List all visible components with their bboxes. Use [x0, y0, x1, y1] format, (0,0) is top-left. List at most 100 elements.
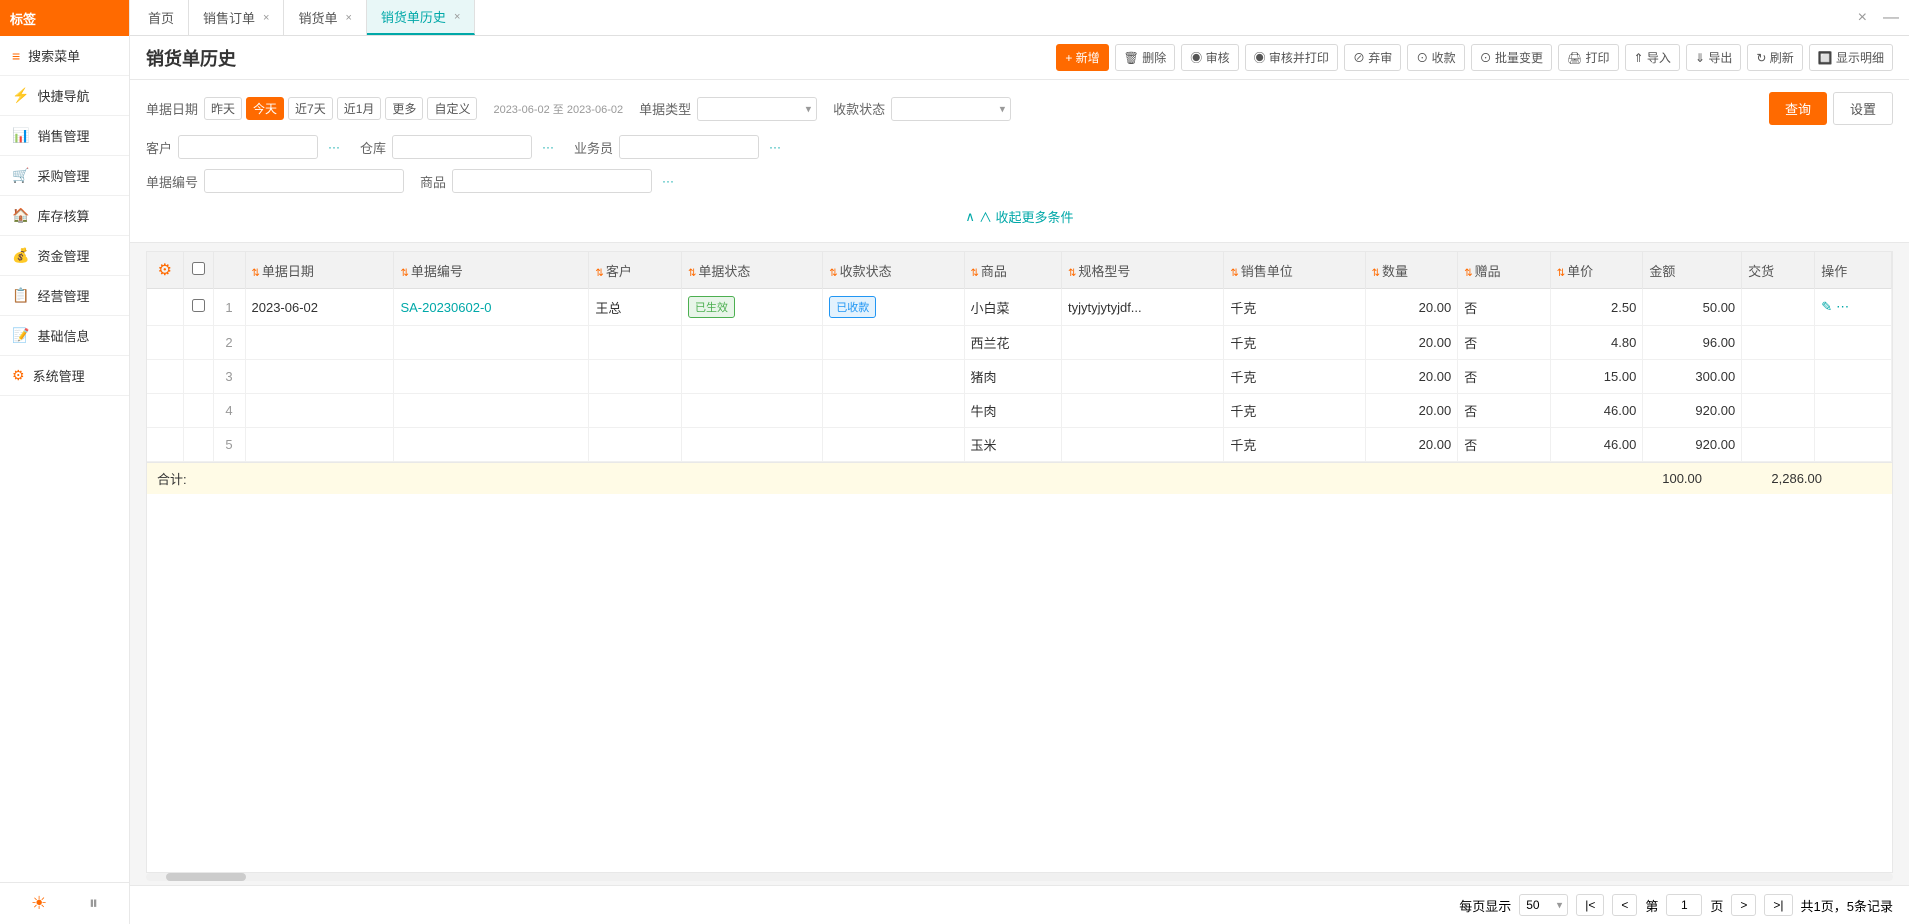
per-page-select[interactable]: 50 100 — [1519, 894, 1568, 916]
salesman-ellipsis[interactable]: ··· — [765, 138, 785, 156]
warehouse-input[interactable] — [392, 135, 532, 159]
date-btn-7days[interactable]: 近7天 — [288, 97, 333, 120]
cell-unit: 千克 — [1224, 360, 1365, 394]
cell-check[interactable] — [183, 326, 213, 360]
col-goods[interactable]: ⇅商品 — [964, 252, 1061, 289]
col-doc-date[interactable]: ⇅单据日期 — [245, 252, 394, 289]
refresh-button[interactable]: ↻ 刷新 — [1747, 44, 1802, 71]
cell-check[interactable] — [183, 360, 213, 394]
sidebar-item-search-menu[interactable]: ≡ 搜索菜单 — [0, 36, 129, 76]
date-range-text: 2023-06-02 至 2023-06-02 — [493, 101, 623, 117]
sidebar-item-quick-nav[interactable]: ⚡ 快捷导航 — [0, 76, 129, 116]
collect-button[interactable]: ⊙ 收款 — [1407, 44, 1464, 71]
col-price[interactable]: ⇅单价 — [1550, 252, 1643, 289]
col-qty[interactable]: ⇅数量 — [1365, 252, 1458, 289]
warehouse-ellipsis[interactable]: ··· — [538, 138, 558, 156]
print-button[interactable]: 🖨 打印 — [1558, 44, 1619, 71]
cell-action: ✎⋯ — [1815, 289, 1892, 326]
cell-num: 3 — [213, 360, 245, 394]
page-prev-btn[interactable]: < — [1612, 894, 1637, 916]
per-page-label: 每页显示 — [1459, 896, 1511, 915]
cell-gift: 否 — [1458, 289, 1551, 326]
cell-doc-no: SA-20230602-0 — [394, 289, 589, 326]
col-doc-status[interactable]: ⇅单据状态 — [681, 252, 822, 289]
audit-print-button[interactable]: ◉ 审核并打印 — [1245, 44, 1338, 71]
tab-sales-history-close[interactable]: × — [454, 11, 460, 23]
collect-status-select[interactable] — [891, 97, 1011, 121]
cell-check[interactable] — [183, 289, 213, 326]
batch-change-button[interactable]: ⊙ 批量变更 — [1471, 44, 1552, 71]
cell-doc-status — [681, 360, 822, 394]
col-check[interactable] — [183, 252, 213, 289]
page-last-btn[interactable]: >| — [1764, 894, 1792, 916]
cell-action — [1815, 428, 1892, 462]
sidebar: 标签 ≡ 搜索菜单 ⚡ 快捷导航 📊 销售管理 🛒 采购管理 🏠 库存核算 💰 … — [0, 0, 130, 924]
date-btn-today[interactable]: 今天 — [246, 97, 284, 120]
tab-home[interactable]: 首页 — [134, 0, 189, 35]
sidebar-item-funds-mgmt[interactable]: 💰 资金管理 — [0, 236, 129, 276]
col-doc-no[interactable]: ⇅单据编号 — [394, 252, 589, 289]
sidebar-item-inventory[interactable]: 🏠 库存核算 — [0, 196, 129, 236]
sidebar-footer-icon1[interactable]: ☀ — [31, 893, 47, 914]
collapse-button[interactable]: ∧ ∧ 收起更多条件 — [957, 203, 1081, 230]
cell-goods: 小白菜 — [964, 289, 1061, 326]
col-collect-status[interactable]: ⇅收款状态 — [823, 252, 964, 289]
delete-button[interactable]: 🗑 删除 — [1115, 44, 1176, 71]
col-gear[interactable]: ⚙ — [147, 252, 183, 289]
sidebar-item-purchase-mgmt[interactable]: 🛒 采购管理 — [0, 156, 129, 196]
col-spec[interactable]: ⇅规格型号 — [1061, 252, 1223, 289]
gear-icon[interactable]: ⚙ — [158, 262, 172, 279]
export-button[interactable]: ⇓ 导出 — [1686, 44, 1741, 71]
display-button[interactable]: 🔲 显示明细 — [1809, 44, 1893, 71]
doc-type-select[interactable] — [697, 97, 817, 121]
sidebar-item-ops-mgmt[interactable]: 📋 经营管理 — [0, 276, 129, 316]
abandon-button[interactable]: ⊘ 弃审 — [1344, 44, 1401, 71]
window-close-btn[interactable]: × — [1848, 9, 1877, 27]
edit-icon[interactable]: ✎ — [1821, 299, 1832, 315]
settings-button[interactable]: 设置 — [1833, 92, 1893, 125]
sidebar-item-sys-mgmt[interactable]: ⚙ 系统管理 — [0, 356, 129, 396]
audit-button[interactable]: ◉ 审核 — [1181, 44, 1238, 71]
sidebar-item-base-info[interactable]: 📝 基础信息 — [0, 316, 129, 356]
cell-customer — [589, 428, 682, 462]
page-next-btn[interactable]: > — [1731, 894, 1756, 916]
page-input[interactable] — [1666, 894, 1702, 916]
date-btn-more[interactable]: 更多 — [385, 97, 423, 120]
select-all-checkbox[interactable] — [192, 262, 205, 275]
col-customer[interactable]: ⇅客户 — [589, 252, 682, 289]
query-button[interactable]: 查询 — [1769, 92, 1827, 125]
tab-sales-goods-close[interactable]: × — [345, 12, 351, 24]
cell-check[interactable] — [183, 428, 213, 462]
tab-sales-goods[interactable]: 销货单 × — [284, 0, 366, 35]
col-gift[interactable]: ⇅赠品 — [1458, 252, 1551, 289]
doc-no-input[interactable] — [204, 169, 404, 193]
customer-ellipsis[interactable]: ··· — [324, 138, 344, 156]
tab-sales-order-close[interactable]: × — [263, 12, 269, 24]
scrollbar-thumb[interactable] — [166, 873, 246, 881]
window-min-btn[interactable]: — — [1877, 9, 1905, 27]
row-checkbox[interactable] — [192, 299, 205, 312]
sidebar-item-sales-mgmt[interactable]: 📊 销售管理 — [0, 116, 129, 156]
cell-doc-no — [394, 428, 589, 462]
col-unit[interactable]: ⇅销售单位 — [1224, 252, 1365, 289]
tab-sales-order[interactable]: 销售订单 × — [189, 0, 284, 35]
new-button[interactable]: + 新增 — [1056, 44, 1108, 71]
import-button[interactable]: ⇑ 导入 — [1625, 44, 1680, 71]
more-icon[interactable]: ⋯ — [1836, 299, 1849, 315]
tab-sales-history[interactable]: 销货单历史 × — [367, 0, 475, 35]
date-btn-1month[interactable]: 近1月 — [337, 97, 382, 120]
cell-check[interactable] — [183, 394, 213, 428]
page-first-btn[interactable]: |< — [1576, 894, 1604, 916]
cell-amount: 96.00 — [1643, 326, 1742, 360]
sidebar-footer-icon2[interactable]: ⏸ — [89, 893, 98, 914]
customer-field: 客户 ··· — [146, 135, 344, 159]
cell-gear — [147, 428, 183, 462]
content-area: 销货单历史 + 新增 🗑 删除 ◉ 审核 ◉ 审核并打印 ⊘ 弃审 ⊙ 收款 ⊙… — [130, 36, 1909, 924]
customer-input[interactable] — [178, 135, 318, 159]
horizontal-scrollbar[interactable] — [146, 873, 1893, 881]
date-btn-yesterday[interactable]: 昨天 — [204, 97, 242, 120]
goods-input[interactable] — [452, 169, 652, 193]
goods-ellipsis[interactable]: ··· — [658, 172, 678, 190]
salesman-input[interactable] — [619, 135, 759, 159]
date-btn-custom[interactable]: 自定义 — [427, 97, 477, 120]
